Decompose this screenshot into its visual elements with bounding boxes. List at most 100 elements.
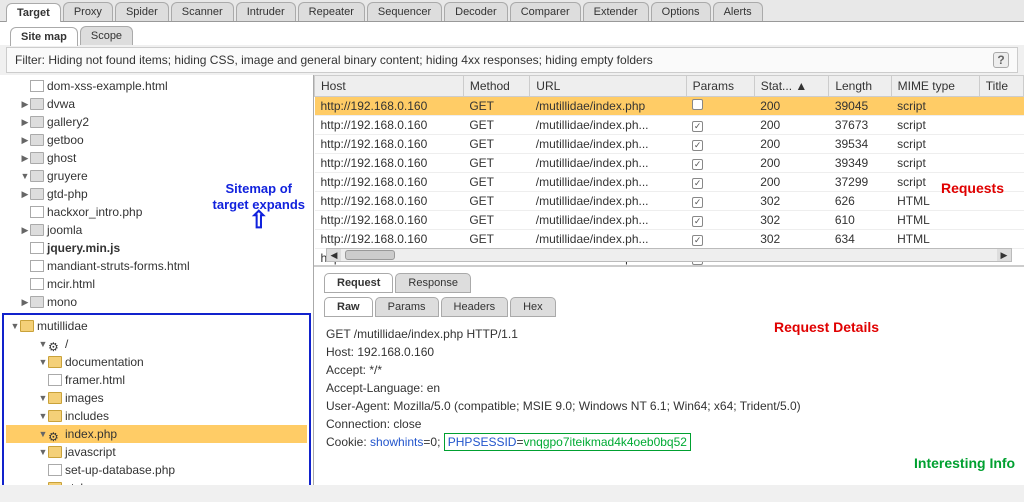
cookie-showhints-key: showhints [370, 435, 423, 449]
table-row[interactable]: http://192.168.0.160GET/mutillidae/index… [315, 230, 1024, 249]
scroll-right-icon[interactable]: ▶ [997, 249, 1011, 261]
cell-title [979, 135, 1023, 154]
tree-node[interactable]: ▶getboo [2, 131, 311, 149]
column-header[interactable]: URL [530, 76, 686, 97]
tree-node[interactable]: mcir.html [2, 275, 311, 293]
collapse-icon[interactable]: ▼ [10, 317, 20, 335]
tab-options[interactable]: Options [651, 2, 711, 21]
tab-scanner[interactable]: Scanner [171, 2, 234, 21]
expand-icon[interactable]: ▶ [20, 95, 30, 113]
cell-method: GET [463, 116, 529, 135]
tree-node[interactable]: ▶gallery2 [2, 113, 311, 131]
tree-node[interactable]: ▼includes [6, 407, 307, 425]
tree-node[interactable]: ▶dvwa [2, 95, 311, 113]
tree-node[interactable]: ▼images [6, 389, 307, 407]
table-row[interactable]: http://192.168.0.160GET/mutillidae/index… [315, 173, 1024, 192]
tree-node[interactable]: ▼documentation [6, 353, 307, 371]
cell-params [686, 192, 754, 211]
cell-title [979, 211, 1023, 230]
tab-extender[interactable]: Extender [583, 2, 649, 21]
tree-node[interactable]: mandiant-struts-forms.html [2, 257, 311, 275]
column-header[interactable]: Length [829, 76, 891, 97]
tab-spider[interactable]: Spider [115, 2, 169, 21]
tree-node[interactable]: ▶ghost [2, 149, 311, 167]
checkbox-icon [692, 140, 703, 151]
sub-tabbar: Site mapScope [0, 22, 1024, 45]
collapse-icon[interactable]: ▼ [38, 335, 48, 353]
column-header[interactable]: Params [686, 76, 754, 97]
column-header[interactable]: Stat... ▲ [754, 76, 829, 97]
tab-intruder[interactable]: Intruder [236, 2, 296, 21]
table-row[interactable]: http://192.168.0.160GET/mutillidae/index… [315, 211, 1024, 230]
column-header[interactable]: Method [463, 76, 529, 97]
file-icon [30, 242, 44, 254]
filter-bar[interactable]: Filter: Hiding not found items; hiding C… [6, 47, 1018, 73]
table-row[interactable]: http://192.168.0.160GET/mutillidae/index… [315, 192, 1024, 211]
tab-request[interactable]: Request [324, 273, 393, 293]
folder-icon [30, 152, 44, 164]
tab-proxy[interactable]: Proxy [63, 2, 113, 21]
tree-node[interactable]: ▼/ [6, 335, 307, 353]
collapse-icon[interactable]: ▼ [38, 353, 48, 371]
tree-label: javascript [65, 443, 116, 461]
table-row[interactable]: http://192.168.0.160GET/mutillidae/index… [315, 116, 1024, 135]
table-scrollbar-horizontal[interactable]: ◀ ▶ [326, 248, 1012, 262]
tab-repeater[interactable]: Repeater [298, 2, 365, 21]
tree-node[interactable]: ▼index.php [6, 425, 307, 443]
tab-params[interactable]: Params [375, 297, 439, 317]
tree-node[interactable]: set-up-database.php [6, 461, 307, 479]
table-row[interactable]: http://192.168.0.160GET/mutillidae/index… [315, 97, 1024, 116]
gear-icon [48, 338, 62, 350]
tab-comparer[interactable]: Comparer [510, 2, 581, 21]
tree-label: gtd-php [47, 185, 88, 203]
tree-node[interactable]: framer.html [6, 371, 307, 389]
file-icon [30, 80, 44, 92]
tab-target[interactable]: Target [6, 3, 61, 22]
scrollbar-thumb[interactable] [345, 250, 395, 260]
tab-alerts[interactable]: Alerts [713, 2, 763, 21]
expand-icon[interactable]: ▶ [20, 221, 30, 239]
collapse-icon[interactable]: ▼ [38, 479, 48, 485]
cell-method: GET [463, 230, 529, 249]
subtab-site-map[interactable]: Site map [10, 27, 78, 46]
cell-status: 200 [754, 173, 829, 192]
collapse-icon[interactable]: ▼ [38, 389, 48, 407]
expand-icon[interactable]: ▶ [20, 185, 30, 203]
tree-node[interactable]: ▼ javascript [6, 443, 307, 461]
tree-node[interactable]: ▶mono [2, 293, 311, 311]
tab-response[interactable]: Response [395, 273, 471, 293]
tree-node[interactable]: ▼styles [6, 479, 307, 485]
raw-request-content[interactable]: GET /mutillidae/index.php HTTP/1.1 Host:… [318, 321, 1020, 455]
tab-hex[interactable]: Hex [510, 297, 556, 317]
collapse-icon[interactable]: ▼ [20, 167, 30, 185]
tab-sequencer[interactable]: Sequencer [367, 2, 442, 21]
collapse-icon[interactable]: ▼ [38, 425, 48, 443]
expand-icon[interactable]: ▶ [20, 131, 30, 149]
table-row[interactable]: http://192.168.0.160GET/mutillidae/index… [315, 154, 1024, 173]
collapse-icon[interactable]: ▼ [38, 407, 48, 425]
tree-node[interactable]: dom-xss-example.html [2, 77, 311, 95]
cell-status: 200 [754, 97, 829, 116]
expand-icon[interactable]: ▶ [20, 293, 30, 311]
help-icon[interactable]: ? [993, 52, 1009, 68]
tree-label: set-up-database.php [65, 461, 175, 479]
cell-url: /mutillidae/index.ph... [530, 211, 686, 230]
cell-mime: HTML [891, 211, 979, 230]
expand-icon[interactable]: ▶ [20, 113, 30, 131]
cell-length: 610 [829, 211, 891, 230]
tab-raw[interactable]: Raw [324, 297, 373, 317]
scroll-left-icon[interactable]: ◀ [327, 249, 341, 261]
tab-decoder[interactable]: Decoder [444, 2, 508, 21]
raw-line: Connection: close [326, 415, 1012, 433]
tree-node[interactable]: jquery.min.js [2, 239, 311, 257]
subtab-scope[interactable]: Scope [80, 26, 133, 45]
column-header[interactable]: MIME type [891, 76, 979, 97]
column-header[interactable]: Host [315, 76, 464, 97]
request-table[interactable]: HostMethodURLParamsStat... ▲LengthMIME t… [314, 75, 1024, 267]
table-row[interactable]: http://192.168.0.160GET/mutillidae/index… [315, 135, 1024, 154]
column-header[interactable]: Title [979, 76, 1023, 97]
expand-icon[interactable]: ▶ [20, 149, 30, 167]
tab-headers[interactable]: Headers [441, 297, 509, 317]
tree-node-mutillidae[interactable]: ▼mutillidae [6, 317, 307, 335]
collapse-icon[interactable]: ▼ [38, 443, 48, 461]
